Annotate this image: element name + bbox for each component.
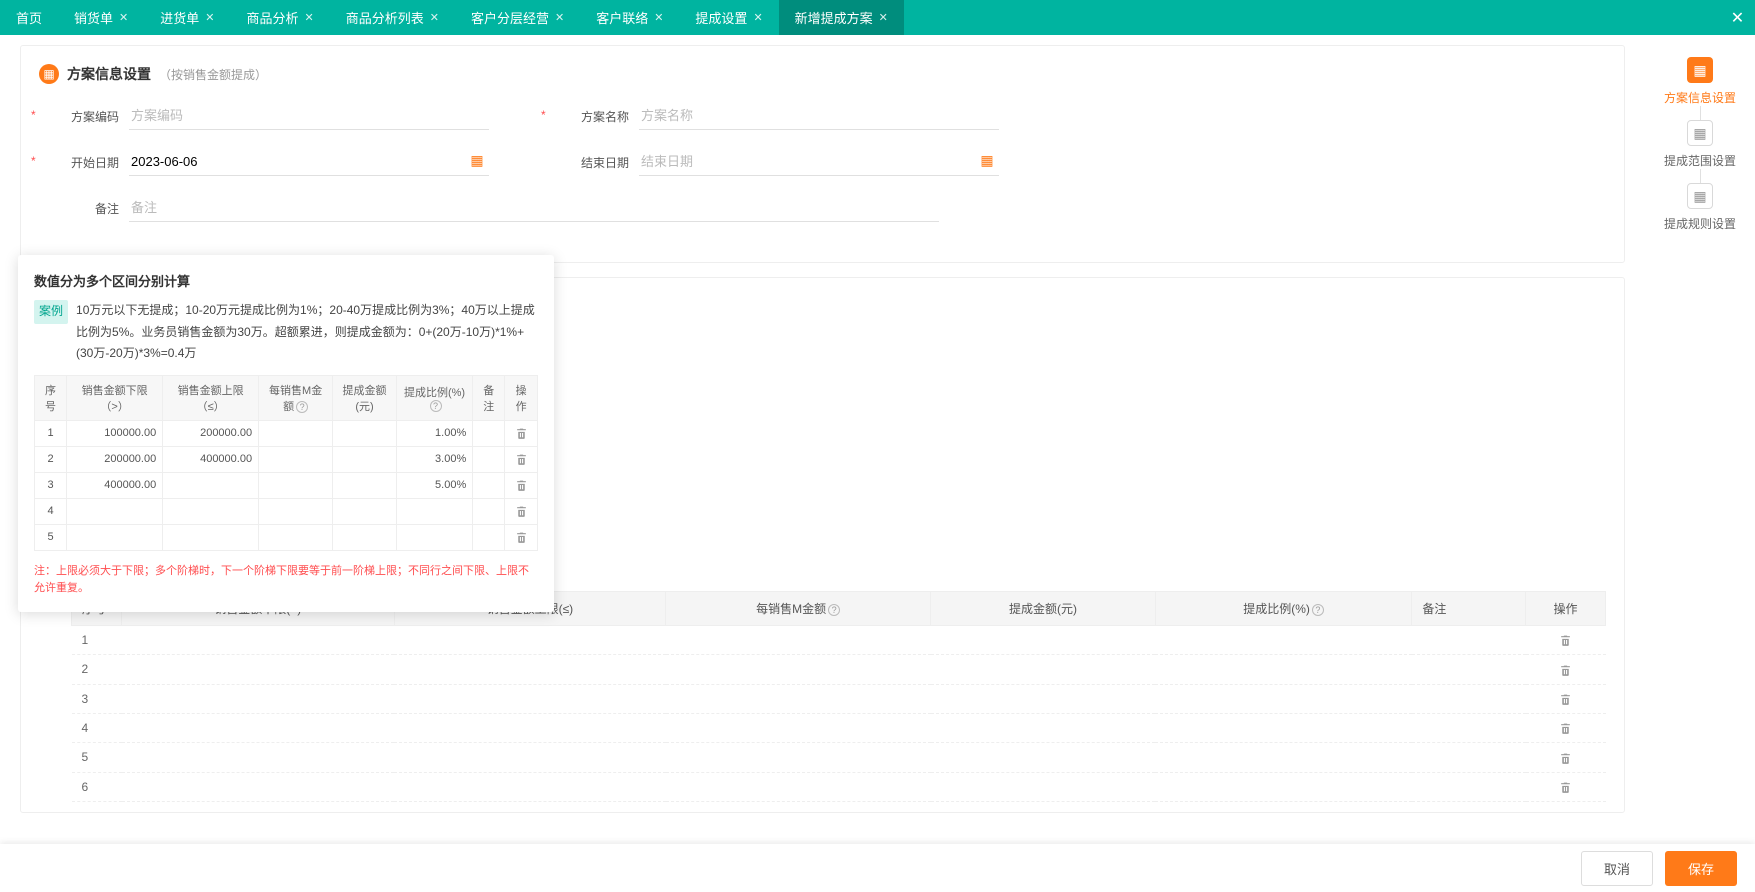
close-icon[interactable]: ✕	[555, 11, 564, 24]
end-date-label: 结束日期	[549, 154, 629, 171]
tab-customer-tier[interactable]: 客户分层经营✕	[455, 0, 580, 35]
table-row: 5	[35, 524, 538, 550]
interval-excess-popover: 数值分为多个区间分别计算 案例 10万元以下无提成；10-20万元提成比例为1%…	[18, 255, 554, 612]
table-row[interactable]: 5	[72, 743, 1606, 772]
popover-note: 注：上限必须大于下限；多个阶梯时，下一个阶梯下限要等于前一阶梯上限；不同行之间下…	[34, 563, 538, 598]
start-date-input[interactable]	[129, 148, 489, 176]
table-row[interactable]: 6	[72, 772, 1606, 801]
footer-action-bar: 取消 保存	[0, 844, 1755, 892]
delete-icon[interactable]	[1559, 692, 1572, 706]
delete-icon[interactable]	[515, 453, 528, 465]
close-icon[interactable]: ✕	[753, 11, 762, 24]
remark-label: 备注	[39, 200, 119, 217]
close-icon[interactable]: ✕	[305, 11, 314, 24]
delete-icon[interactable]	[1559, 633, 1572, 647]
delete-icon[interactable]	[1559, 780, 1572, 794]
plan-name-label: 方案名称	[549, 108, 629, 125]
panel-badge-icon: ▦	[39, 64, 59, 84]
calendar-icon[interactable]: ▦	[979, 152, 995, 169]
example-text: 10万元以下无提成；10-20万元提成比例为1%；20-40万提成比例为3%；4…	[76, 300, 538, 365]
col-rate: 提成比例(%)?	[1155, 592, 1412, 626]
table-row[interactable]: 2	[72, 655, 1606, 684]
step-scope[interactable]: ▦ 提成范围设置	[1664, 120, 1736, 169]
table-row: 4	[35, 498, 538, 524]
step-rule[interactable]: ▦ 提成规则设置	[1664, 183, 1736, 232]
col-remark: 备注	[1412, 592, 1526, 626]
delete-icon[interactable]	[1559, 750, 1572, 764]
tab-product-analysis[interactable]: 商品分析✕	[230, 0, 329, 35]
calendar-icon[interactable]: ▦	[469, 152, 485, 169]
close-icon[interactable]: ✕	[430, 11, 439, 24]
help-icon: ?	[296, 401, 308, 413]
table-row: 3400000.005.00%	[35, 472, 538, 498]
step-icon: ▦	[1687, 120, 1713, 146]
cancel-button[interactable]: 取消	[1581, 851, 1653, 886]
close-all-tabs-icon[interactable]: ✕	[1720, 0, 1755, 35]
table-row[interactable]: 3	[72, 684, 1606, 713]
step-icon: ▦	[1687, 183, 1713, 209]
tab-new-commission-plan[interactable]: 新增提成方案✕	[779, 0, 904, 35]
table-row[interactable]: 1	[72, 626, 1606, 655]
table-row: 1100000.00200000.001.00%	[35, 420, 538, 446]
delete-icon[interactable]	[1559, 721, 1572, 735]
panel-subtitle: （按销售金额提成）	[159, 66, 267, 83]
help-icon[interactable]: ?	[1312, 604, 1324, 616]
plan-code-input[interactable]	[129, 102, 489, 130]
tab-home[interactable]: 首页	[0, 0, 58, 35]
delete-icon[interactable]	[515, 505, 528, 517]
col-amount: 提成金额(元)	[931, 592, 1156, 626]
delete-icon[interactable]	[515, 531, 528, 543]
close-icon[interactable]: ✕	[205, 11, 214, 24]
tab-sales-order[interactable]: 销货单✕	[58, 0, 144, 35]
table-row: 2200000.00400000.003.00%	[35, 446, 538, 472]
panel-title: 方案信息设置	[67, 64, 151, 84]
delete-icon[interactable]	[1559, 662, 1572, 676]
delete-icon[interactable]	[515, 427, 528, 439]
remark-input[interactable]	[129, 194, 939, 222]
tab-commission-settings[interactable]: 提成设置✕	[679, 0, 778, 35]
close-icon[interactable]: ✕	[879, 11, 888, 24]
side-step-nav: ▦ 方案信息设置 ▦ 提成范围设置 ▦ 提成规则设置	[1645, 35, 1755, 887]
plan-name-input[interactable]	[639, 102, 999, 130]
delete-icon[interactable]	[515, 479, 528, 491]
close-icon[interactable]: ✕	[654, 11, 663, 24]
col-per-m: 每销售M金额?	[666, 592, 931, 626]
plan-info-panel: ▦ 方案信息设置 （按销售金额提成） 方案编码 方案名称	[20, 45, 1625, 263]
step-icon: ▦	[1687, 57, 1713, 83]
tab-customer-contact[interactable]: 客户联络✕	[580, 0, 679, 35]
help-icon[interactable]: ?	[828, 604, 840, 616]
help-icon: ?	[430, 400, 442, 412]
table-row[interactable]: 4	[72, 713, 1606, 742]
popover-example-table: 序号 销售金额下限（>） 销售金额上限（≤） 每销售M金额? 提成金额(元) 提…	[34, 375, 538, 551]
save-button[interactable]: 保存	[1665, 851, 1737, 886]
tab-product-analysis-list[interactable]: 商品分析列表✕	[330, 0, 455, 35]
col-operate: 操作	[1526, 592, 1606, 626]
start-date-label: 开始日期	[39, 154, 119, 171]
commission-tier-table: 序号 销售金额下限(>) 销售金额上限(≤) 每销售M金额? 提成金额(元) 提…	[71, 591, 1606, 802]
step-plan-info[interactable]: ▦ 方案信息设置	[1664, 57, 1736, 106]
tab-purchase-order[interactable]: 进货单✕	[144, 0, 230, 35]
close-icon[interactable]: ✕	[119, 11, 128, 24]
top-tab-bar: 首页 销货单✕ 进货单✕ 商品分析✕ 商品分析列表✕ 客户分层经营✕ 客户联络✕…	[0, 0, 1755, 35]
plan-code-label: 方案编码	[39, 108, 119, 125]
example-tag: 案例	[34, 300, 68, 324]
end-date-input[interactable]	[639, 148, 999, 176]
popover-title: 数值分为多个区间分别计算	[34, 271, 538, 290]
